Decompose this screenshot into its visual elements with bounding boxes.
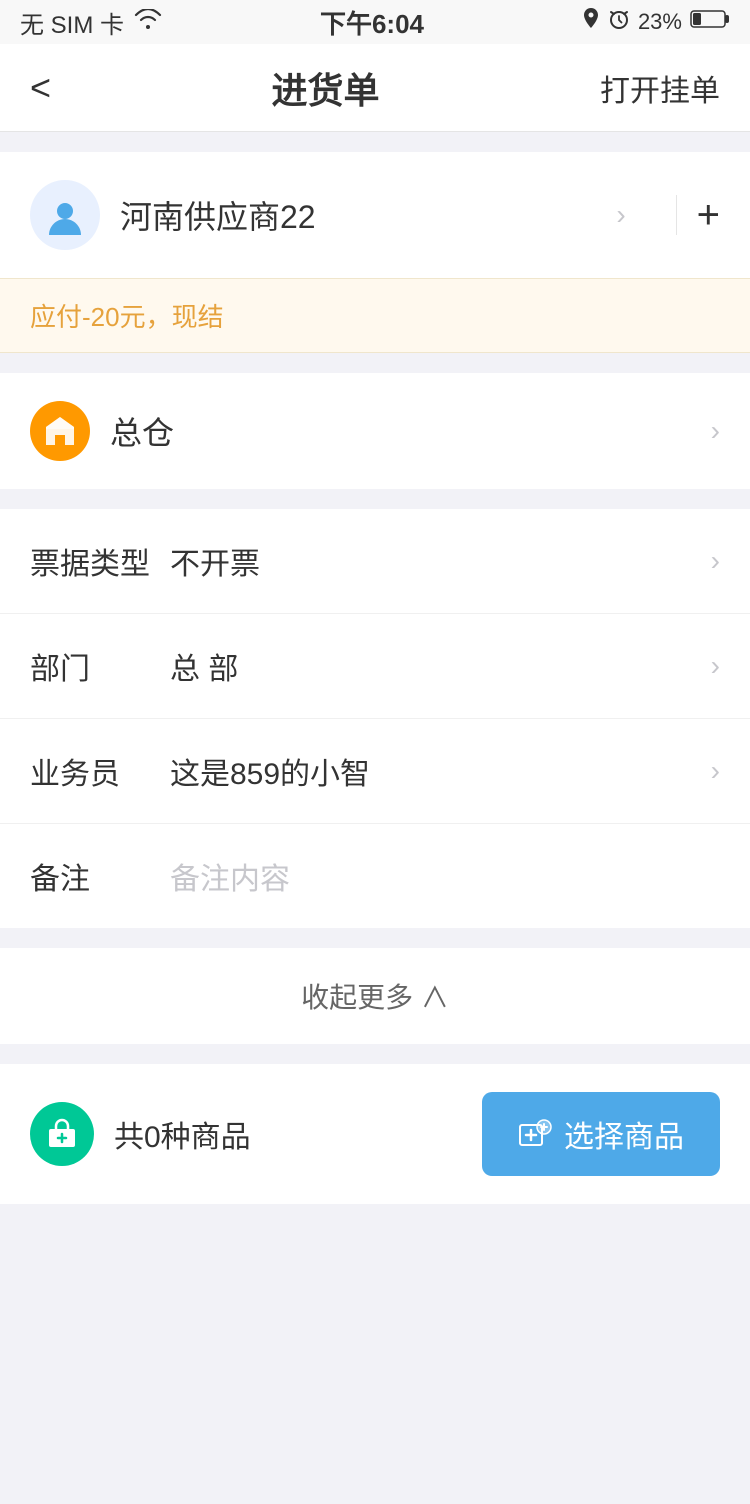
warehouse-icon xyxy=(30,401,90,461)
supplier-card: 河南供应商22 › + 应付-20元，现结 xyxy=(0,152,750,353)
status-right: 23% xyxy=(582,8,730,36)
department-row[interactable]: 部门 总 部 › xyxy=(0,614,750,719)
supplier-divider xyxy=(676,195,677,235)
battery-text: 23% xyxy=(638,9,682,35)
department-label: 部门 xyxy=(30,644,150,688)
invoice-type-label: 票据类型 xyxy=(30,539,150,583)
salesperson-row[interactable]: 业务员 这是859的小智 › xyxy=(0,719,750,824)
bottom-area xyxy=(0,1204,750,1504)
invoice-type-row[interactable]: 票据类型 不开票 › xyxy=(0,509,750,614)
open-pending-button[interactable]: 打开挂单 xyxy=(600,66,720,110)
supplier-avatar xyxy=(30,180,100,250)
invoice-type-chevron-icon: › xyxy=(711,545,720,577)
payment-notice: 应付-20元，现结 xyxy=(0,278,750,353)
collapse-label: 收起更多 ∧ xyxy=(301,976,449,1016)
collapse-button[interactable]: 收起更多 ∧ xyxy=(0,948,750,1044)
location-icon xyxy=(582,8,600,36)
product-section: 共0种商品 选择商品 xyxy=(0,1064,750,1204)
page-title: 进货单 xyxy=(272,62,380,114)
select-product-label: 选择商品 xyxy=(564,1112,684,1156)
battery-icon xyxy=(690,9,730,35)
product-icon xyxy=(30,1102,94,1166)
status-time: 下午6:04 xyxy=(320,4,424,41)
department-value: 总 部 xyxy=(150,644,701,688)
warehouse-chevron-icon: › xyxy=(711,415,720,447)
nav-bar: < 进货单 打开挂单 xyxy=(0,44,750,132)
remark-input[interactable]: 备注内容 xyxy=(150,854,720,898)
supplier-name: 河南供应商22 xyxy=(120,192,616,238)
section-gap-1 xyxy=(0,132,750,152)
remark-label: 备注 xyxy=(30,854,150,898)
alarm-icon xyxy=(608,8,630,36)
status-left: 无 SIM 卡 xyxy=(20,5,162,40)
salesperson-value: 这是859的小智 xyxy=(150,749,701,793)
wifi-icon xyxy=(134,8,162,36)
remark-row[interactable]: 备注 备注内容 xyxy=(0,824,750,928)
back-button[interactable]: < xyxy=(30,67,51,109)
payment-notice-text: 应付-20元，现结 xyxy=(30,302,224,332)
form-section: 票据类型 不开票 › 部门 总 部 › 业务员 这是859的小智 › 备注 备注… xyxy=(0,509,750,928)
add-supplier-button[interactable]: + xyxy=(697,193,720,238)
carrier-text: 无 SIM 卡 xyxy=(20,5,124,40)
supplier-row[interactable]: 河南供应商22 › + xyxy=(0,152,750,278)
salesperson-chevron-icon: › xyxy=(711,755,720,787)
status-bar: 无 SIM 卡 下午6:04 23% xyxy=(0,0,750,44)
select-product-button[interactable]: 选择商品 xyxy=(482,1092,720,1176)
warehouse-row[interactable]: 总仓 › xyxy=(0,373,750,489)
warehouse-name: 总仓 xyxy=(110,408,711,454)
salesperson-label: 业务员 xyxy=(30,749,150,793)
invoice-type-value: 不开票 xyxy=(150,539,701,583)
department-chevron-icon: › xyxy=(711,650,720,682)
product-count: 共0种商品 xyxy=(114,1112,482,1156)
supplier-chevron-icon: › xyxy=(616,199,625,231)
